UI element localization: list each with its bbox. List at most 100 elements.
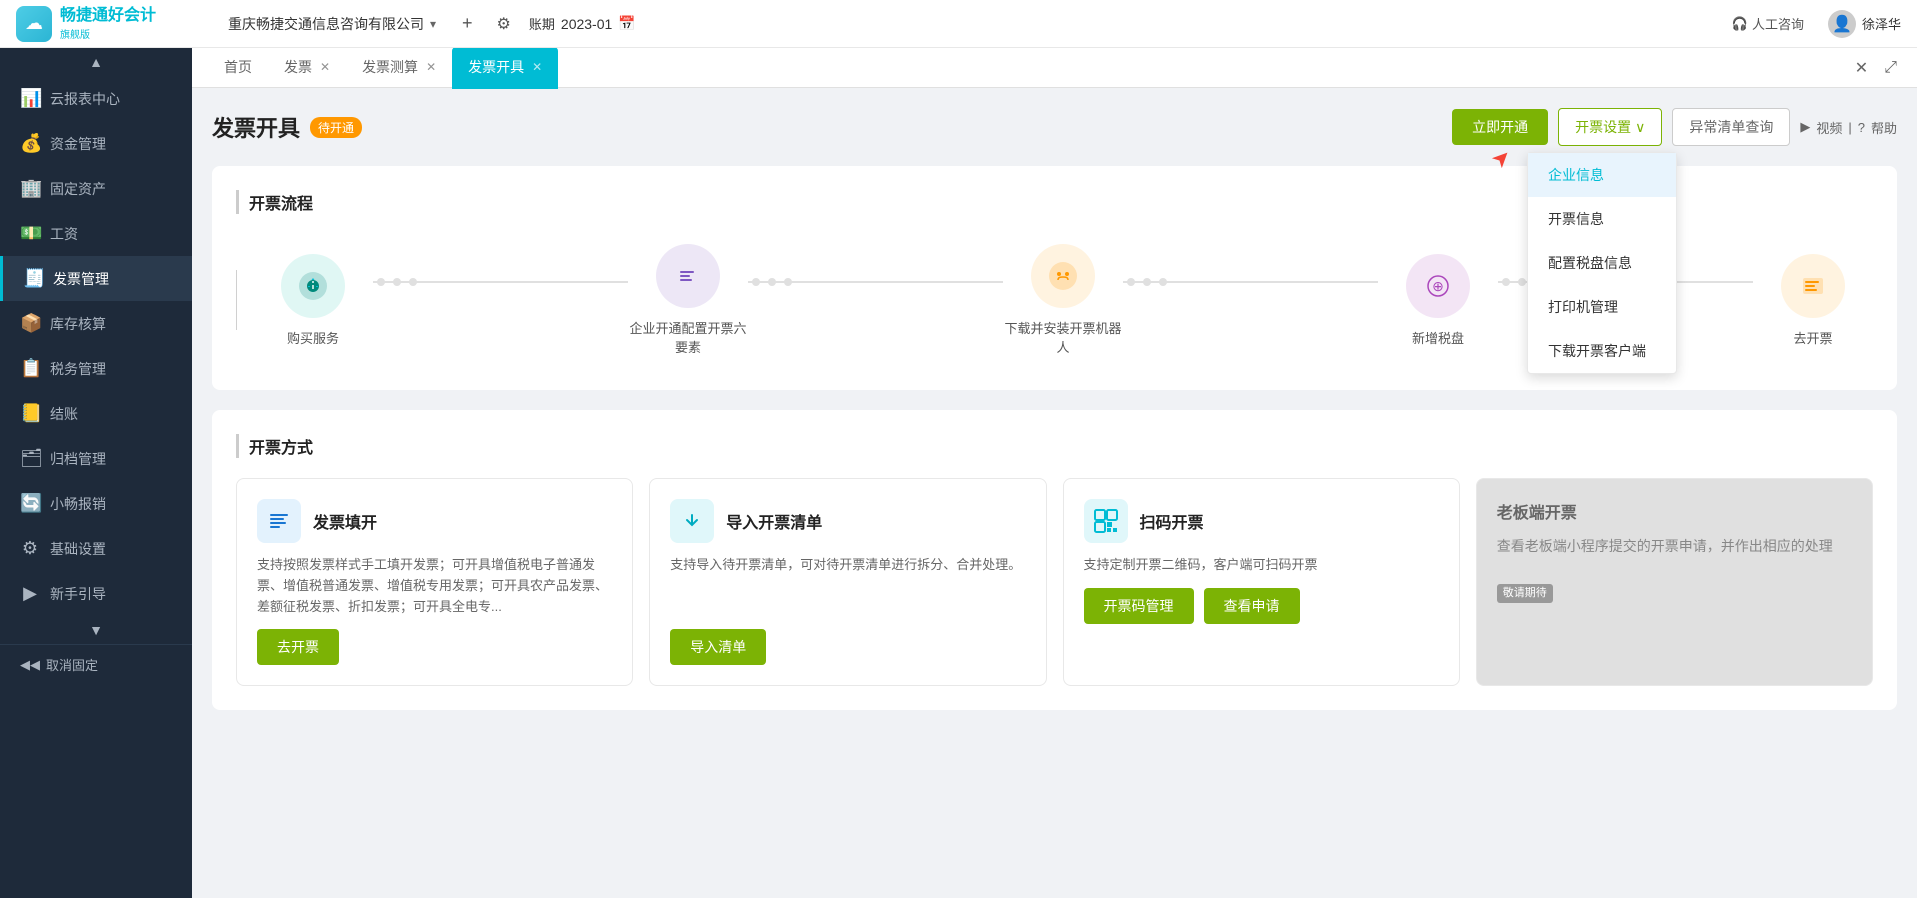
tab-invoice-test-close[interactable]: ✕ (426, 60, 436, 74)
sidebar-item-funds[interactable]: 💰 资金管理 (0, 121, 192, 166)
cloud-report-icon: 📊 (20, 88, 40, 109)
tab-invoice[interactable]: 发票 ✕ (268, 48, 346, 89)
sidebar-item-inventory[interactable]: 📦 库存核算 (0, 301, 192, 346)
tab-invoice-issue-close[interactable]: ✕ (532, 60, 542, 74)
username: 徐泽华 (1862, 14, 1901, 33)
method-header-manual: 发票填开 (257, 499, 612, 543)
sidebar-scroll-up[interactable]: ▲ (0, 48, 192, 76)
dropdown-printer[interactable]: 打印机管理 (1528, 285, 1676, 329)
main-layout: ▲ 📊 云报表中心 💰 资金管理 🏢 固定资产 💵 工资 🧾 发票管理 (0, 48, 1917, 898)
import-method-icon (670, 499, 714, 543)
tab-invoice-close[interactable]: ✕ (320, 60, 330, 74)
connector-3 (1123, 281, 1378, 283)
sidebar-item-fixed-assets[interactable]: 🏢 固定资产 (0, 166, 192, 211)
import-method-btn[interactable]: 导入清单 (670, 629, 766, 665)
dropdown-item-label: 开票信息 (1548, 211, 1604, 227)
tab-end-actions: ✕ ⤢ (1851, 54, 1901, 82)
sidebar-item-xiaochang[interactable]: 🔄 小畅报销 (0, 481, 192, 526)
cancel-fixed-label: 取消固定 (46, 655, 98, 674)
invoice-settings-button[interactable]: 开票设置 ∨ (1558, 108, 1662, 146)
support-button[interactable]: 🎧 人工咨询 (1724, 10, 1812, 37)
add-tab-button[interactable]: + (456, 13, 479, 34)
app-container: ☁ 畅捷通好会计 旗舰版 重庆畅捷交通信息咨询有限公司 ▾ + ⚙ 账期 202… (0, 0, 1917, 898)
header-actions: 立即开通 开票设置 ∨ 异常清单查询 ▶ 视频 | ? 帮助 (1452, 108, 1897, 146)
scan-method-btn1[interactable]: 开票码管理 (1084, 588, 1194, 624)
exception-list-button[interactable]: 异常清单查询 (1672, 108, 1790, 146)
activate-button[interactable]: 立即开通 (1452, 109, 1548, 145)
sidebar-item-payroll[interactable]: 💵 工资 (0, 211, 192, 256)
sidebar-item-label: 结账 (50, 404, 78, 424)
step-add-disk-label: 新增税盘 (1412, 328, 1464, 347)
process-step-buy: 购买服务 (253, 254, 373, 347)
process-step-add-disk: ⊕ 新增税盘 (1378, 254, 1498, 347)
dropdown-tax-disk[interactable]: 配置税盘信息 (1528, 241, 1676, 285)
page-title-area: 发票开具 待开通 (212, 111, 362, 143)
process-step-1-area: 购买服务 (236, 254, 373, 347)
fixed-assets-icon: 🏢 (20, 178, 40, 199)
boss-method-desc: 查看老板端小程序提交的开票申请，并作出相应的处理 敬请期待 (1497, 535, 1852, 603)
tab-invoice-test[interactable]: 发票测算 ✕ (346, 48, 452, 89)
tab-invoice-issue[interactable]: 发票开具 ✕ (452, 48, 558, 89)
boss-method-title: 老板端开票 (1497, 499, 1577, 523)
cancel-fixed-button[interactable]: ◀◀ 取消固定 (0, 644, 192, 684)
boss-badge: 敬请期待 (1497, 584, 1553, 604)
tab-home[interactable]: 首页 (208, 48, 268, 89)
help-label[interactable]: 帮助 (1871, 118, 1897, 137)
scan-method-desc: 支持定制开票二维码，客户端可扫码开票 (1084, 555, 1439, 576)
period-value: 2023-01 (561, 16, 612, 32)
dropdown-company-info[interactable]: 企业信息 (1528, 153, 1676, 197)
period-label: 账期 (529, 14, 555, 33)
connector-2 (748, 281, 1003, 283)
dropdown-download-client[interactable]: 下载开票客户端 (1528, 329, 1676, 373)
inventory-icon: 📦 (20, 313, 40, 334)
calendar-icon[interactable]: 📅 (618, 15, 635, 32)
tab-close-button[interactable]: ✕ (1851, 54, 1872, 82)
help-icon: ? (1858, 120, 1865, 135)
sidebar-item-settings[interactable]: ⚙ 基础设置 (0, 526, 192, 571)
methods-grid: 发票填开 支持按照发票样式手工填开发票；可开具增值税电子普通发票、增值税普通发票… (236, 478, 1873, 686)
video-label[interactable]: 视频 (1816, 118, 1842, 137)
process-step-config: 企业开通配置开票六要素 (628, 244, 748, 356)
tab-invoice-label: 发票 (284, 57, 312, 77)
sidebar-item-label: 新手引导 (50, 584, 106, 604)
method-header-boss: 老板端开票 (1497, 499, 1852, 523)
tab-bar: 首页 发票 ✕ 发票测算 ✕ 发票开具 ✕ ✕ ⤢ (192, 48, 1917, 88)
dropdown-item-label: 配置税盘信息 (1548, 255, 1632, 271)
top-bar-actions: 🎧 人工咨询 👤 徐泽华 (1724, 10, 1901, 38)
video-help-area: ▶ 视频 | ? 帮助 (1800, 118, 1897, 137)
sidebar-item-settlement[interactable]: 📒 结账 (0, 391, 192, 436)
funds-icon: 💰 (20, 133, 40, 154)
sidebar-item-invoice[interactable]: 🧾 发票管理 (0, 256, 192, 301)
process-step-issue: 去开票 (1753, 254, 1873, 347)
sidebar-item-archive[interactable]: 🗂 归档管理 (0, 436, 192, 481)
settings-dropdown: ➤ 企业信息 开票信息 配置税盘信息 打印机管理 (1527, 152, 1677, 374)
sidebar-item-label: 固定资产 (50, 179, 106, 199)
sidebar-item-tax[interactable]: 📋 税务管理 (0, 346, 192, 391)
sidebar-scroll-down[interactable]: ▼ (0, 616, 192, 644)
tab-maximize-button[interactable]: ⤢ (1880, 55, 1901, 81)
manual-method-btn[interactable]: 去开票 (257, 629, 339, 665)
dropdown-item-label: 下载开票客户端 (1548, 343, 1646, 359)
method-header-import: 导入开票清单 (670, 499, 1025, 543)
step-config-label: 企业开通配置开票六要素 (628, 318, 748, 356)
svg-text:⊕: ⊕ (1432, 278, 1444, 294)
user-info[interactable]: 👤 徐泽华 (1828, 10, 1901, 38)
scan-method-btn2[interactable]: 查看申请 (1204, 588, 1300, 624)
sidebar-item-cloud-report[interactable]: 📊 云报表中心 (0, 76, 192, 121)
invoice-settings-label: 开票设置 (1575, 117, 1631, 137)
settings-icon[interactable]: ⚙ (491, 14, 517, 34)
manual-method-icon (257, 499, 301, 543)
sidebar-item-label: 工资 (50, 224, 78, 244)
scan-method-title: 扫码开票 (1140, 509, 1204, 533)
dropdown-invoice-info[interactable]: 开票信息 (1528, 197, 1676, 241)
manual-method-title: 发票填开 (313, 509, 377, 533)
method-card-manual: 发票填开 支持按照发票样式手工填开发票；可开具增值税电子普通发票、增值税普通发票… (236, 478, 633, 686)
sidebar-item-label: 资金管理 (50, 134, 106, 154)
company-selector[interactable]: 重庆畅捷交通信息咨询有限公司 ▾ (220, 10, 444, 38)
dropdown-item-label: 企业信息 (1548, 167, 1604, 183)
settings-gear-icon: ⚙ (20, 538, 40, 559)
xiaochang-icon: 🔄 (20, 493, 40, 514)
tab-invoice-issue-label: 发票开具 (468, 57, 524, 77)
logo-badge: 旗舰版 (60, 26, 156, 41)
sidebar-item-guide[interactable]: ▶ 新手引导 (0, 571, 192, 616)
